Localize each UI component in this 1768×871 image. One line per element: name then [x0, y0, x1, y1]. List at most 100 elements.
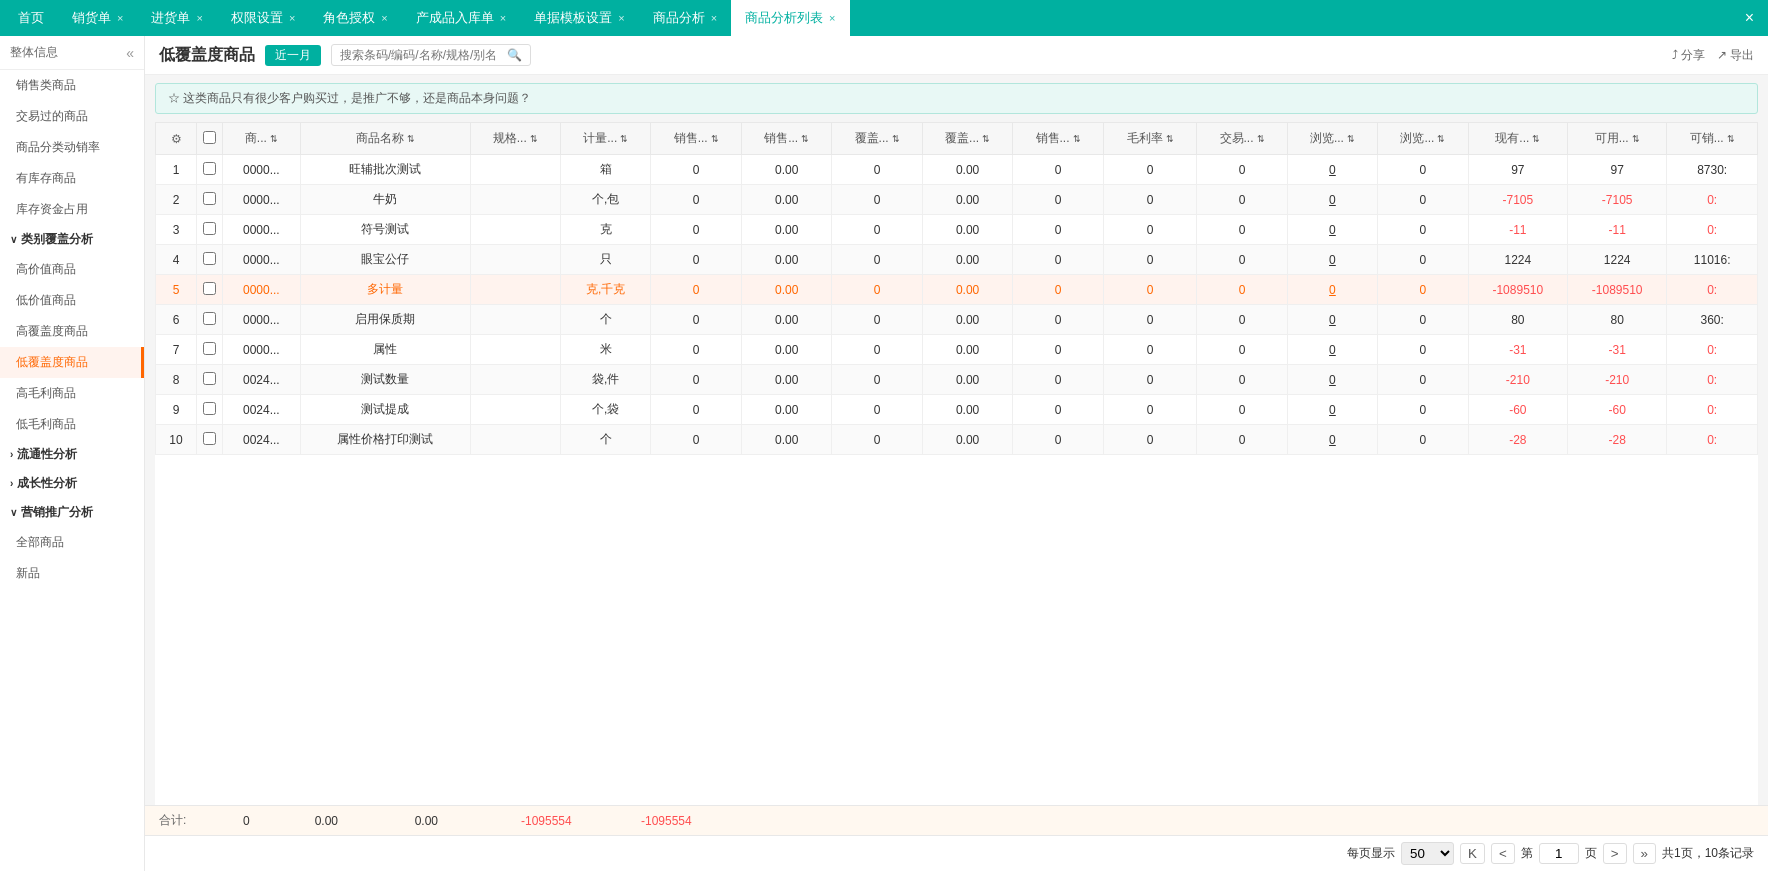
row-checkbox[interactable]	[197, 305, 223, 335]
close-icon[interactable]: ×	[289, 12, 295, 24]
window-close-button[interactable]: ×	[1735, 9, 1764, 27]
close-icon[interactable]: ×	[829, 12, 835, 24]
row-browse1[interactable]: 0	[1287, 365, 1377, 395]
col-available-stock[interactable]: 可用...⇅	[1568, 123, 1667, 155]
row-checkbox[interactable]	[197, 275, 223, 305]
col-sales-cust[interactable]: 销售...⇅	[1013, 123, 1103, 155]
row-checkbox[interactable]	[197, 425, 223, 455]
sidebar-item-low-gross[interactable]: 低毛利商品	[0, 409, 144, 440]
row-browse1[interactable]: 0	[1287, 425, 1377, 455]
col-unit[interactable]: 计量...⇅	[561, 123, 651, 155]
col-settings[interactable]: ⚙	[156, 123, 197, 155]
sidebar-group-marketing[interactable]: ∨ 营销推广分析	[0, 498, 144, 527]
row-checkbox[interactable]	[197, 395, 223, 425]
nav-tab-purchase[interactable]: 进货单 ×	[137, 0, 216, 36]
sidebar-item-category-turnover[interactable]: 商品分类动销率	[0, 132, 144, 163]
search-icon[interactable]: 🔍	[507, 48, 522, 62]
row-name[interactable]: 属性	[300, 335, 470, 365]
row-select-checkbox[interactable]	[203, 312, 216, 325]
export-button[interactable]: ↗ 导出	[1717, 47, 1754, 64]
close-icon[interactable]: ×	[381, 12, 387, 24]
close-icon[interactable]: ×	[196, 12, 202, 24]
row-select-checkbox[interactable]	[203, 372, 216, 385]
settings-icon[interactable]: ⚙	[171, 132, 182, 146]
row-checkbox[interactable]	[197, 335, 223, 365]
nav-tab-inbound[interactable]: 产成品入库单 ×	[402, 0, 520, 36]
sidebar-item-in-stock-goods[interactable]: 有库存商品	[0, 163, 144, 194]
nav-tab-home[interactable]: 首页	[4, 0, 58, 36]
row-select-checkbox[interactable]	[203, 342, 216, 355]
row-name[interactable]: 眼宝公仔	[300, 245, 470, 275]
col-coverage2[interactable]: 覆盖...⇅	[922, 123, 1012, 155]
nav-tab-roles[interactable]: 角色授权 ×	[309, 0, 401, 36]
row-name[interactable]: 牛奶	[300, 185, 470, 215]
close-icon[interactable]: ×	[117, 12, 123, 24]
col-coverage1[interactable]: 覆盖...⇅	[832, 123, 922, 155]
col-saleable[interactable]: 可销...⇅	[1667, 123, 1758, 155]
close-icon[interactable]: ×	[618, 12, 624, 24]
sidebar-group-coverage[interactable]: ∨ 类别覆盖分析	[0, 225, 144, 254]
prev-page-button[interactable]: <	[1491, 843, 1515, 864]
sidebar-item-capital-usage[interactable]: 库存资金占用	[0, 194, 144, 225]
nav-tab-template[interactable]: 单据模板设置 ×	[520, 0, 638, 36]
row-name[interactable]: 测试提成	[300, 395, 470, 425]
close-icon[interactable]: ×	[711, 12, 717, 24]
row-browse1[interactable]: 0	[1287, 215, 1377, 245]
sidebar-group-growth[interactable]: › 成长性分析	[0, 469, 144, 498]
col-browse1[interactable]: 浏览...⇅	[1287, 123, 1377, 155]
row-checkbox[interactable]	[197, 155, 223, 185]
row-name[interactable]: 启用保质期	[300, 305, 470, 335]
col-gross-margin[interactable]: 毛利率⇅	[1103, 123, 1197, 155]
share-button[interactable]: ⤴ 分享	[1672, 47, 1705, 64]
row-checkbox[interactable]	[197, 245, 223, 275]
row-select-checkbox[interactable]	[203, 192, 216, 205]
row-browse1[interactable]: 0	[1287, 335, 1377, 365]
first-page-button[interactable]: K	[1460, 843, 1485, 864]
page-size-select[interactable]: 50 100 200	[1401, 842, 1454, 865]
row-browse1[interactable]: 0	[1287, 245, 1377, 275]
row-name[interactable]: 符号测试	[300, 215, 470, 245]
sidebar-item-all-goods[interactable]: 全部商品	[0, 527, 144, 558]
row-browse1[interactable]: 0	[1287, 185, 1377, 215]
row-name[interactable]: 多计量	[300, 275, 470, 305]
col-sales-qty[interactable]: 销售...⇅	[651, 123, 741, 155]
row-browse1[interactable]: 0	[1287, 305, 1377, 335]
row-name[interactable]: 旺辅批次测试	[300, 155, 470, 185]
time-filter-button[interactable]: 近一月	[265, 45, 321, 66]
row-select-checkbox[interactable]	[203, 162, 216, 175]
sidebar-item-high-coverage[interactable]: 高覆盖度商品	[0, 316, 144, 347]
col-browse2[interactable]: 浏览...⇅	[1378, 123, 1468, 155]
sidebar-item-sales-goods[interactable]: 销售类商品	[0, 70, 144, 101]
col-spec[interactable]: 规格...⇅	[470, 123, 560, 155]
sidebar-item-low-coverage[interactable]: 低覆盖度商品	[0, 347, 144, 378]
nav-tab-analysis[interactable]: 商品分析 ×	[639, 0, 731, 36]
row-checkbox[interactable]	[197, 215, 223, 245]
col-name[interactable]: 商品名称⇅	[300, 123, 470, 155]
row-select-checkbox[interactable]	[203, 402, 216, 415]
next-page-button[interactable]: >	[1603, 843, 1627, 864]
row-browse1[interactable]: 0	[1287, 275, 1377, 305]
row-browse1[interactable]: 0	[1287, 395, 1377, 425]
col-code[interactable]: 商...⇅	[223, 123, 301, 155]
row-select-checkbox[interactable]	[203, 222, 216, 235]
select-all-checkbox[interactable]	[203, 131, 216, 144]
row-name[interactable]: 测试数量	[300, 365, 470, 395]
search-input[interactable]	[340, 48, 503, 62]
nav-tab-analysis-list[interactable]: 商品分析列表 ×	[731, 0, 849, 36]
col-sales-amt[interactable]: 销售...⇅	[741, 123, 831, 155]
col-current-stock[interactable]: 现有...⇅	[1468, 123, 1567, 155]
sidebar-group-liquidity[interactable]: › 流通性分析	[0, 440, 144, 469]
nav-tab-permissions[interactable]: 权限设置 ×	[217, 0, 309, 36]
row-browse1[interactable]: 0	[1287, 155, 1377, 185]
sidebar-collapse-button[interactable]: «	[126, 45, 134, 61]
row-checkbox[interactable]	[197, 185, 223, 215]
sidebar-item-new-goods[interactable]: 新品	[0, 558, 144, 589]
sidebar-item-high-gross[interactable]: 高毛利商品	[0, 378, 144, 409]
row-select-checkbox[interactable]	[203, 282, 216, 295]
col-trade[interactable]: 交易...⇅	[1197, 123, 1287, 155]
last-page-button[interactable]: »	[1633, 843, 1656, 864]
page-number-input[interactable]	[1539, 843, 1579, 864]
close-icon[interactable]: ×	[500, 12, 506, 24]
row-select-checkbox[interactable]	[203, 432, 216, 445]
row-checkbox[interactable]	[197, 365, 223, 395]
